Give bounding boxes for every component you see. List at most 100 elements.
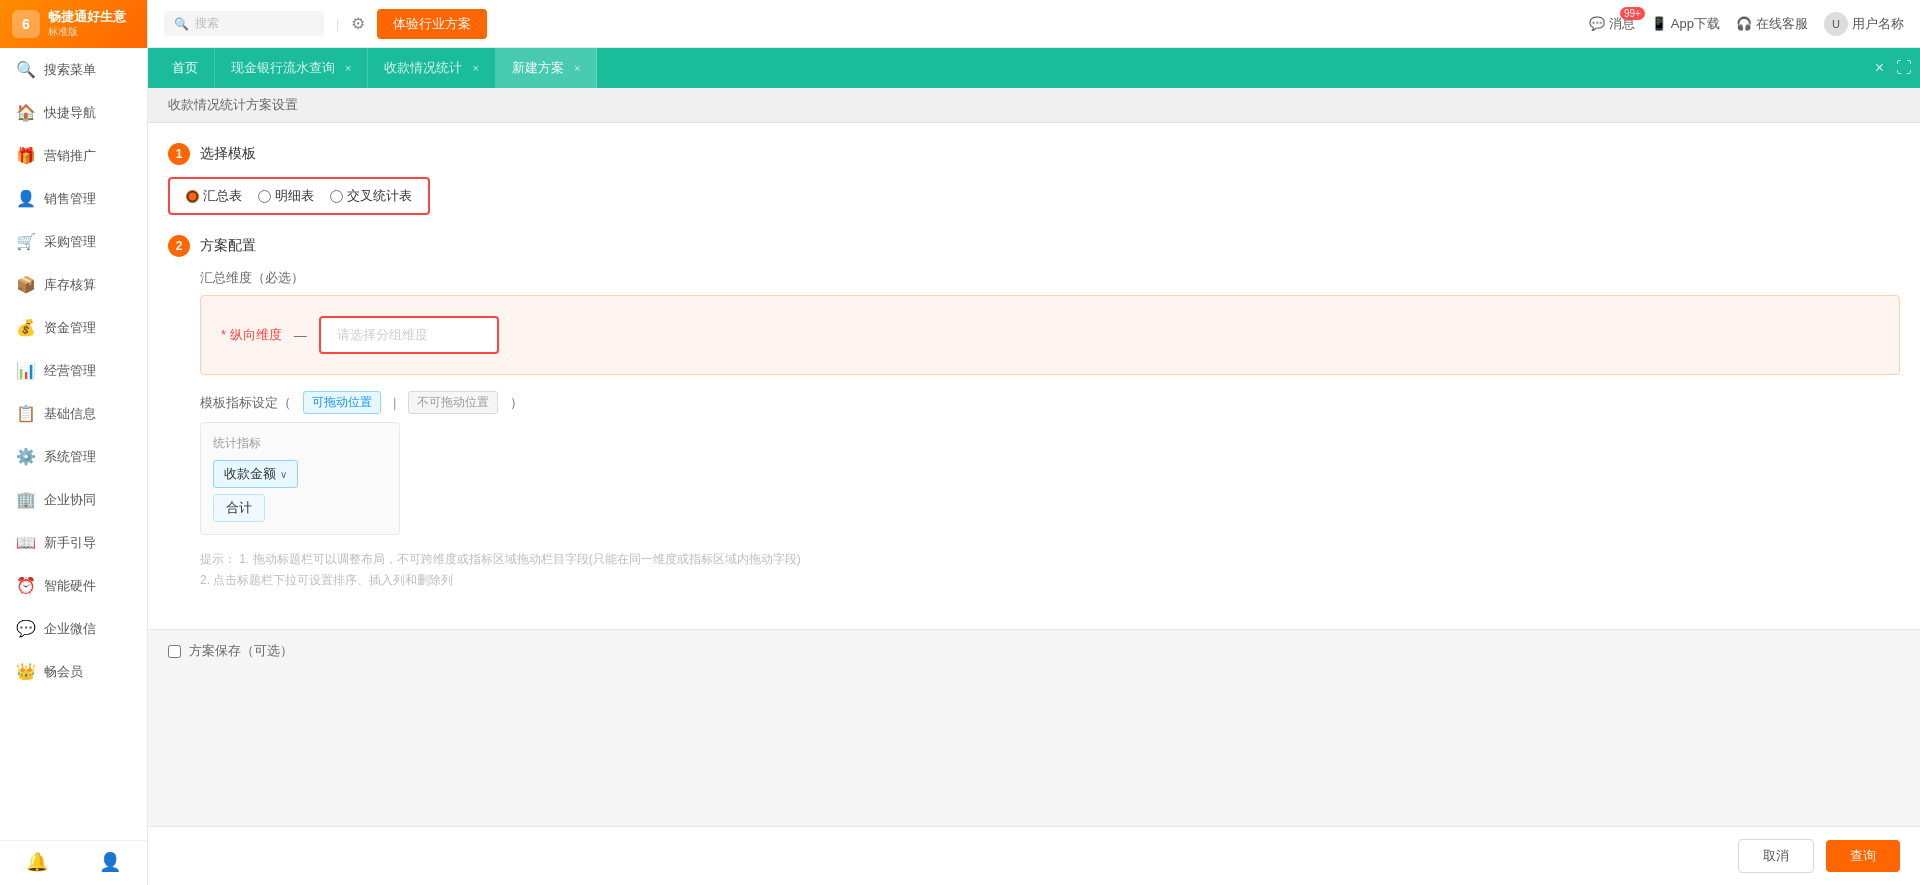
vertical-dimension-label: * 纵向维度 [221, 326, 282, 344]
service-label: 在线客服 [1756, 15, 1808, 33]
sidebar-item-basic[interactable]: 📋 基础信息 [0, 392, 147, 435]
step2-header: 2 方案配置 [168, 235, 1900, 257]
home-icon: 🏠 [16, 103, 36, 122]
sidebar-item-search-menu[interactable]: 🔍 搜索菜单 [0, 48, 147, 91]
tab-new-plan-label: 新建方案 [512, 59, 564, 77]
radio-cross[interactable]: 交叉统计表 [330, 187, 412, 205]
step2-section: 2 方案配置 汇总维度（必选） * 纵向维度 — 请选择分组维度 模板 [168, 235, 1900, 589]
sidebar-label-system: 系统管理 [44, 448, 96, 466]
tab-window-close[interactable]: × [1875, 59, 1884, 77]
save-checkbox[interactable] [168, 645, 181, 658]
tabs-right-controls: × ⛶ [1875, 59, 1912, 77]
trial-button[interactable]: 体验行业方案 [377, 9, 487, 39]
sidebar-item-guide[interactable]: 📖 新手引导 [0, 521, 147, 564]
dimension-select[interactable]: 请选择分组维度 [319, 316, 499, 354]
app-edition: 标准版 [48, 25, 126, 39]
tab-new-plan[interactable]: 新建方案 × [496, 48, 597, 88]
sidebar-item-finance[interactable]: 💰 资金管理 [0, 306, 147, 349]
query-button[interactable]: 查询 [1826, 840, 1900, 872]
metric-tag-amount[interactable]: 收款金额 ∨ [213, 460, 298, 488]
tab-bank-flow[interactable]: 现金银行流水查询 × [215, 48, 368, 88]
radio-summary[interactable]: 汇总表 [186, 187, 242, 205]
cancel-button[interactable]: 取消 [1738, 839, 1814, 873]
chat-icon: 💬 [16, 619, 36, 638]
metric-subtotal: 合计 [213, 494, 265, 522]
user-profile[interactable]: U 用户名称 [1824, 12, 1904, 36]
page-title: 收款情况统计方案设置 [148, 88, 1920, 123]
clock-icon: ⏰ [16, 576, 36, 595]
template-radio-group: 汇总表 明细表 交叉统计表 [186, 187, 412, 205]
search-icon-topbar: 🔍 [174, 17, 189, 31]
step2-number: 2 [168, 235, 190, 257]
sidebar-item-inventory[interactable]: 📦 库存核算 [0, 263, 147, 306]
radio-summary-label: 汇总表 [203, 187, 242, 205]
dimension-area: * 纵向维度 — 请选择分组维度 [200, 295, 1900, 375]
topbar-search[interactable]: 🔍 搜索 [164, 11, 324, 36]
footer-actions: 取消 查询 [148, 826, 1920, 885]
radio-detail[interactable]: 明细表 [258, 187, 314, 205]
footer-save-section: 方案保存（可选） [148, 629, 1920, 672]
tab-collection-stat-close[interactable]: × [472, 62, 478, 74]
settings-icon[interactable]: ⚙ [351, 14, 365, 33]
sidebar-item-corp-wechat[interactable]: 💬 企业微信 [0, 607, 147, 650]
sidebar-item-member[interactable]: 👑 畅会员 [0, 650, 147, 693]
dimension-arrow: — [294, 328, 307, 343]
sidebar-label-operation: 经营管理 [44, 362, 96, 380]
sidebar-label-basic: 基础信息 [44, 405, 96, 423]
gear-icon: ⚙️ [16, 447, 36, 466]
sidebar-nav: 🔍 搜索菜单 🏠 快捷导航 🎁 营销推广 👤 销售管理 🛒 采购管理 📦 库存核… [0, 48, 147, 840]
sidebar-label-sales: 销售管理 [44, 190, 96, 208]
service-icon: 🎧 [1736, 16, 1752, 31]
message-button[interactable]: 💬 消息 99+ [1589, 15, 1635, 33]
money-icon: 💰 [16, 318, 36, 337]
cart-icon: 🛒 [16, 232, 36, 251]
sidebar-label-marketing: 营销推广 [44, 147, 96, 165]
message-icon: 💬 [1589, 16, 1605, 31]
unmovable-tag: 不可拖动位置 [408, 391, 498, 414]
tab-fullscreen[interactable]: ⛶ [1896, 59, 1912, 77]
user-name: 用户名称 [1852, 15, 1904, 33]
topbar-right: 💬 消息 99+ 📱 App下载 🎧 在线客服 U 用户名称 [1589, 12, 1904, 36]
tip-line2: 2. 点击标题栏下拉可设置排序、插入列和删除列 [200, 572, 1900, 589]
sidebar-item-system[interactable]: ⚙️ 系统管理 [0, 435, 147, 478]
sidebar-item-corp-coop[interactable]: 🏢 企业协同 [0, 478, 147, 521]
service-button[interactable]: 🎧 在线客服 [1736, 15, 1808, 33]
metrics-config-label: 模板指标设定（ 可拖动位置 | 不可拖动位置 ） [200, 391, 1900, 414]
tab-collection-stat[interactable]: 收款情况统计 × [368, 48, 495, 88]
sidebar-label-smart-hw: 智能硬件 [44, 577, 96, 595]
metrics-config-prefix: 模板指标设定（ [200, 394, 291, 412]
metric-name: 收款金额 [224, 465, 276, 483]
sidebar-bottom-icon2[interactable]: 👤 [99, 851, 121, 875]
sidebar-item-sales[interactable]: 👤 销售管理 [0, 177, 147, 220]
sidebar-bottom: 🔔 👤 [0, 840, 147, 885]
app-name: 畅捷通好生意 [48, 9, 126, 25]
tab-bank-flow-label: 现金银行流水查询 [231, 59, 335, 77]
download-button[interactable]: 📱 App下载 [1651, 15, 1720, 33]
crown-icon: 👑 [16, 662, 36, 681]
metrics-section-label: 统计指标 [213, 435, 387, 452]
metrics-area: 统计指标 收款金额 ∨ 合计 [200, 422, 400, 535]
sidebar-label-corp-wechat: 企业微信 [44, 620, 96, 638]
app-logo: 6 畅捷通好生意 标准版 [0, 0, 147, 48]
sidebar-label-member: 畅会员 [44, 663, 83, 681]
clipboard-icon: 📋 [16, 404, 36, 423]
sidebar-item-marketing[interactable]: 🎁 营销推广 [0, 134, 147, 177]
chart-icon: 📊 [16, 361, 36, 380]
search-icon: 🔍 [16, 60, 36, 79]
tab-bank-flow-close[interactable]: × [345, 62, 351, 74]
sidebar-label-inventory: 库存核算 [44, 276, 96, 294]
tab-new-plan-close[interactable]: × [574, 62, 580, 74]
tips-area: 提示： 1. 拖动标题栏可以调整布局，不可跨维度或指标区域拖动栏目字段(只能在同… [200, 551, 1900, 589]
metrics-config-suffix: ） [510, 394, 523, 412]
sidebar-item-quick-nav[interactable]: 🏠 快捷导航 [0, 91, 147, 134]
tab-home[interactable]: 首页 [156, 48, 215, 88]
sidebar-item-purchase[interactable]: 🛒 采购管理 [0, 220, 147, 263]
sidebar-item-smart-hw[interactable]: ⏰ 智能硬件 [0, 564, 147, 607]
radio-cross-label: 交叉统计表 [347, 187, 412, 205]
sidebar-item-operation[interactable]: 📊 经营管理 [0, 349, 147, 392]
sidebar-bottom-icon1[interactable]: 🔔 [26, 851, 48, 875]
download-label: App下载 [1671, 15, 1720, 33]
step2-title: 方案配置 [200, 237, 256, 255]
box-icon: 📦 [16, 275, 36, 294]
tab-home-label: 首页 [172, 59, 198, 77]
